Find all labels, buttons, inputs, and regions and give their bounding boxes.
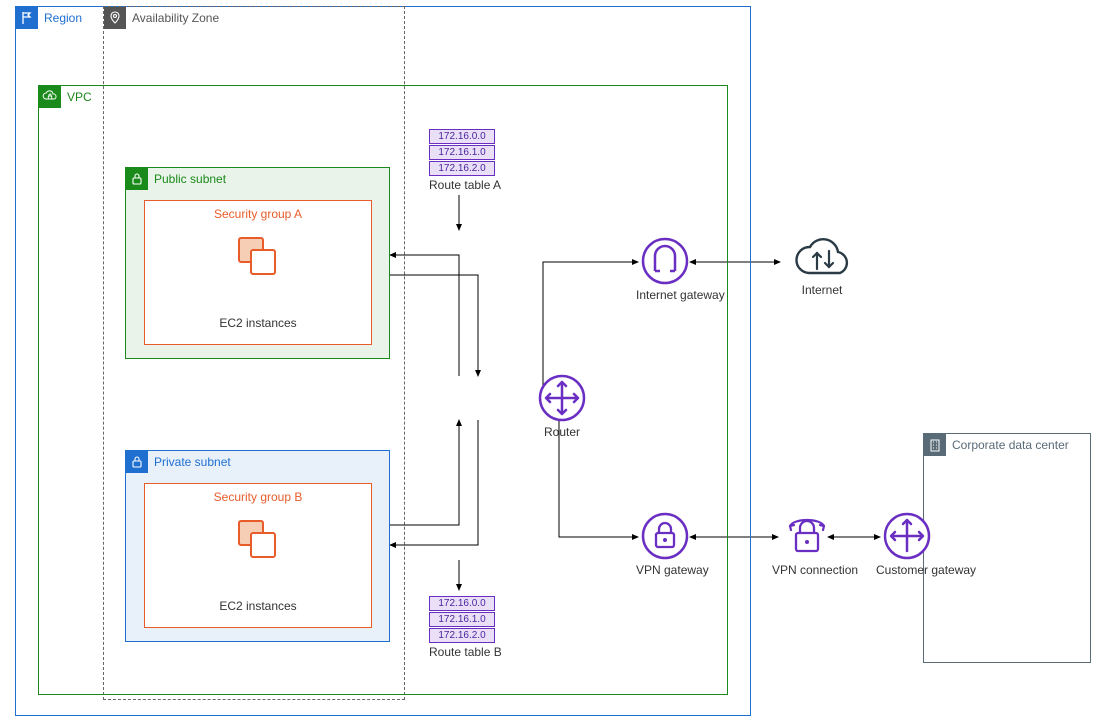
public-subnet-box: Public subnet Security group A EC2 insta… [125, 167, 390, 359]
internet-node: Internet [782, 233, 862, 297]
vpn-conn-node: VPN connection [772, 511, 842, 577]
rt-a-row: 172.16.1.0 [429, 145, 495, 160]
vpn-conn-label: VPN connection [772, 563, 842, 577]
rt-a-row: 172.16.2.0 [429, 161, 495, 176]
customer-gateway-icon [882, 511, 932, 561]
cloud-lock-icon [39, 86, 61, 108]
cgw-node: Customer gateway [876, 511, 938, 577]
gateway-icon [640, 236, 690, 286]
public-subnet-label: Public subnet [154, 172, 226, 186]
rt-b-row: 172.16.1.0 [429, 612, 495, 627]
security-group-a-box: Security group A EC2 instances [144, 200, 372, 345]
vpn-gateway-icon [640, 511, 690, 561]
ec2-icon [237, 519, 283, 568]
corp-box: Corporate data center [923, 433, 1091, 663]
router-icon [537, 373, 587, 423]
pin-icon [104, 7, 126, 29]
router-label: Router [517, 425, 607, 439]
internet-label: Internet [782, 283, 862, 297]
ec2-a-label: EC2 instances [145, 316, 371, 330]
security-group-b-box: Security group B EC2 instances [144, 483, 372, 628]
ec2-icon [237, 236, 283, 285]
cgw-label: Customer gateway [876, 563, 938, 577]
rt-a-row: 172.16.0.0 [429, 129, 495, 144]
rt-b-row: 172.16.0.0 [429, 596, 495, 611]
sg-b-label: Security group B [145, 490, 371, 504]
private-subnet-label: Private subnet [154, 455, 231, 469]
flag-icon [16, 7, 38, 29]
rt-b-row: 172.16.2.0 [429, 628, 495, 643]
corp-label: Corporate data center [952, 438, 1069, 452]
lock-icon [126, 451, 148, 473]
vgw-node: VPN gateway [636, 511, 694, 577]
igw-node: Internet gateway [636, 236, 694, 302]
az-label: Availability Zone [132, 11, 219, 25]
sg-a-label: Security group A [145, 207, 371, 221]
region-label: Region [44, 11, 82, 25]
building-icon [924, 434, 946, 456]
vpn-connection-icon [782, 511, 832, 561]
rt-a-label: Route table A [429, 178, 489, 192]
ec2-b-label: EC2 instances [145, 599, 371, 613]
rt-b-label: Route table B [429, 645, 489, 659]
route-table-a: 172.16.0.0 172.16.1.0 172.16.2.0 Route t… [429, 128, 495, 192]
lock-icon [126, 168, 148, 190]
cloud-icon [791, 233, 853, 281]
vgw-label: VPN gateway [636, 563, 694, 577]
igw-label: Internet gateway [636, 288, 694, 302]
vpc-label: VPC [67, 90, 92, 104]
route-table-b: 172.16.0.0 172.16.1.0 172.16.2.0 Route t… [429, 595, 495, 659]
router-node: Router [517, 373, 607, 439]
private-subnet-box: Private subnet Security group B EC2 inst… [125, 450, 390, 642]
